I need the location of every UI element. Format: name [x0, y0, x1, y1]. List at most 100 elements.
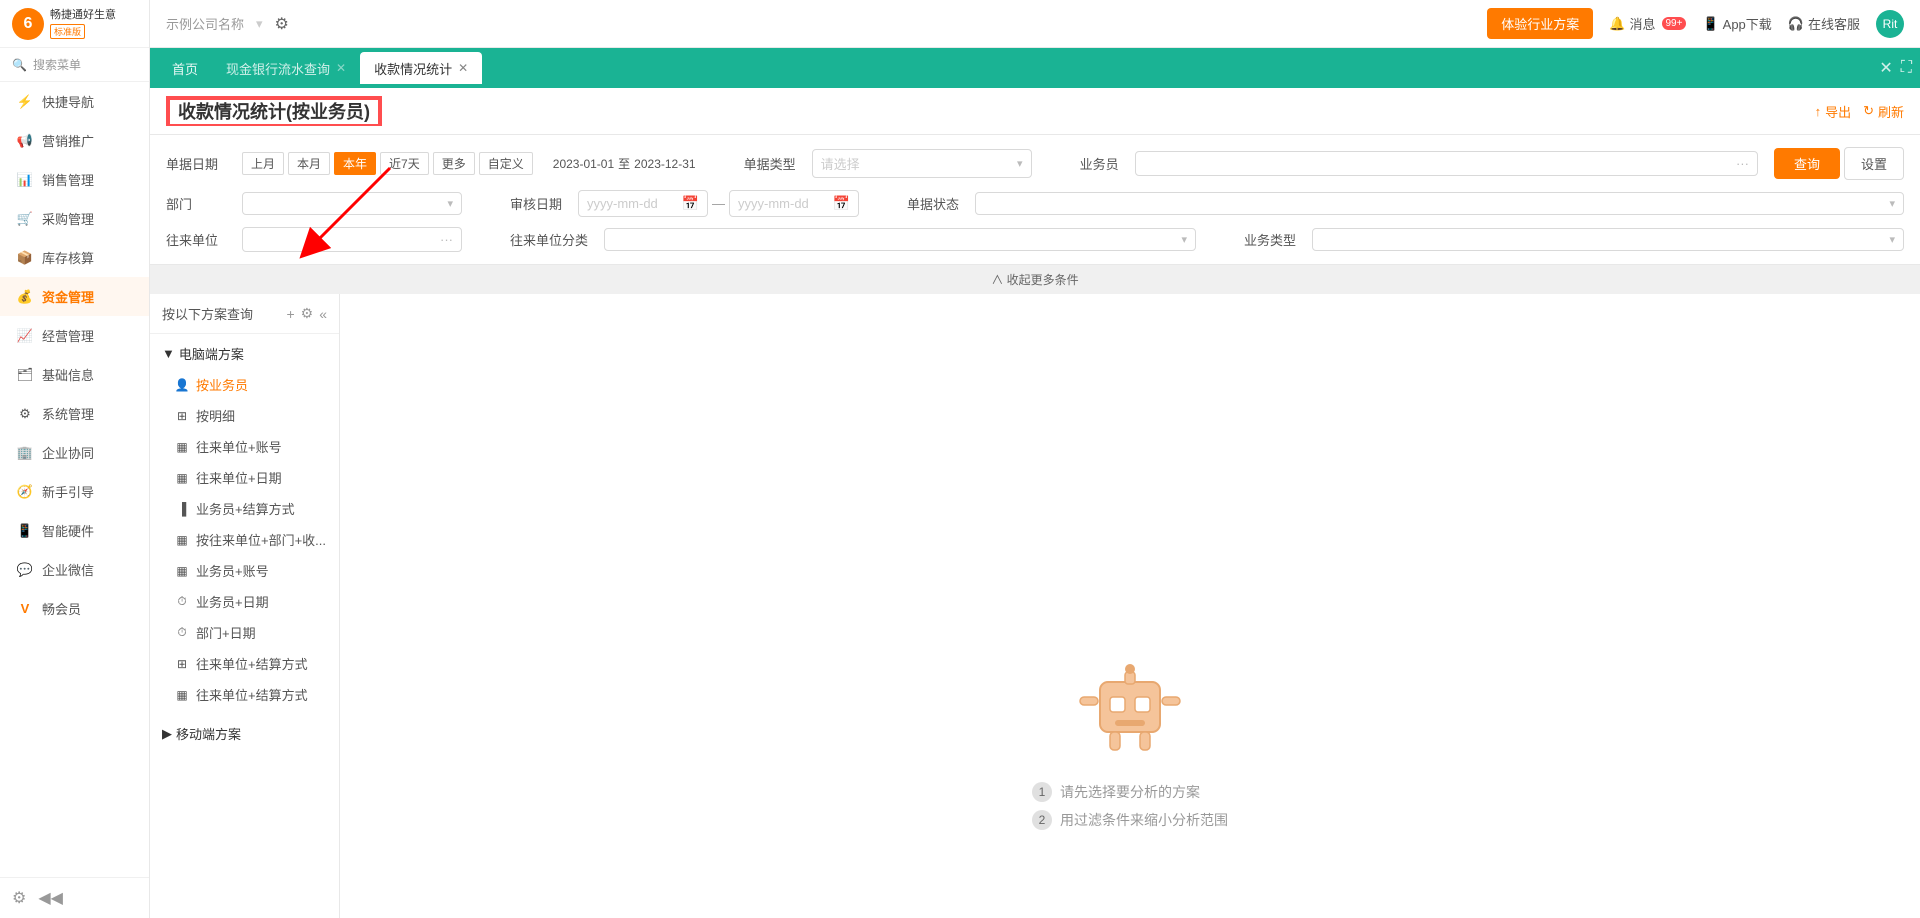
app-download-icon: 📱: [1702, 16, 1718, 32]
business-type-chevron: ▾: [1889, 233, 1895, 246]
scheme-item-counterpart-date-label: 往来单位+日期: [196, 468, 282, 487]
scheme-item-counterpart-settlement1[interactable]: ⊞ 往来单位+结算方式: [150, 648, 339, 679]
sidebar-item-system[interactable]: ⚙ 系统管理: [0, 394, 149, 433]
doc-type-select[interactable]: 请选择 ▾: [812, 149, 1032, 178]
search-menu-item[interactable]: 🔍 搜索菜单: [0, 48, 149, 82]
tab-home[interactable]: 首页: [158, 59, 212, 78]
review-date-label: 审核日期: [510, 194, 562, 213]
scheme-item-by-detail[interactable]: ⊞ 按明细: [150, 400, 339, 431]
settings-footer-icon[interactable]: ⚙: [12, 888, 26, 908]
review-date-to[interactable]: yyyy-mm-dd 📅: [729, 190, 859, 217]
message-item[interactable]: 🔔 消息 99+: [1609, 14, 1686, 33]
tip-text-2: 用过滤条件来缩小分析范围: [1060, 810, 1228, 830]
tab-receipt-stats[interactable]: 收款情况统计 ✕: [360, 52, 482, 84]
date-range-sep: 至: [618, 155, 630, 172]
salesman-select[interactable]: ···: [1135, 151, 1758, 176]
date-btn-this-year[interactable]: 本年: [334, 152, 376, 175]
topbar-gear-icon[interactable]: ⚙: [275, 14, 289, 34]
sidebar-item-quick-nav[interactable]: ⚡ 快捷导航: [0, 82, 149, 121]
date-btn-more[interactable]: 更多: [433, 152, 475, 175]
scheme-group-desktop-arrow: ▼: [162, 346, 175, 361]
business-type-select[interactable]: ▾: [1312, 228, 1904, 251]
doc-status-select[interactable]: ▾: [975, 192, 1904, 215]
sidebar-footer: ⚙ ◀◀: [0, 877, 149, 918]
scheme-item-salesman-date[interactable]: ⏱ 业务员+日期: [150, 586, 339, 617]
user-avatar-area[interactable]: Rit: [1876, 10, 1904, 38]
date-btn-this-month[interactable]: 本月: [288, 152, 330, 175]
query-btn[interactable]: 查询: [1774, 148, 1840, 179]
tab-close-all-icon[interactable]: ✕: [1879, 58, 1892, 78]
sidebar-item-marketing[interactable]: 📢 营销推广: [0, 121, 149, 160]
main-wrapper: 示例公司名称 ▾ ⚙ 体验行业方案 🔔 消息 99+ 📱 App下载 🎧 在线客…: [150, 0, 1920, 918]
tab-bank-flow-label: 现金银行流水查询: [226, 59, 330, 78]
dept-select[interactable]: ▾: [242, 192, 462, 215]
sidebar-item-sales[interactable]: 📊 销售管理: [0, 160, 149, 199]
sidebar-item-finance[interactable]: 💰 资金管理: [0, 277, 149, 316]
date-btn-7days[interactable]: 近7天: [380, 152, 429, 175]
date-btn-group: 上月 本月 本年 近7天 更多 自定义: [242, 152, 533, 175]
app-download-item[interactable]: 📱 App下载: [1702, 14, 1771, 33]
tab-bank-flow[interactable]: 现金银行流水查询 ✕: [212, 52, 360, 84]
sidebar-item-purchase[interactable]: 🛒 采购管理: [0, 199, 149, 238]
settings-btn[interactable]: 设置: [1844, 147, 1904, 180]
collapse-sidebar-icon[interactable]: ◀◀: [38, 888, 63, 908]
date-btn-last-month[interactable]: 上月: [242, 152, 284, 175]
collapse-bar[interactable]: ∧ 收起更多条件: [150, 265, 1920, 294]
sidebar-label-sales: 销售管理: [42, 170, 94, 189]
scheme-add-icon[interactable]: +: [286, 306, 294, 322]
empty-robot-icon: [1070, 642, 1190, 762]
table-icon-2: ▦: [174, 470, 190, 486]
scheme-item-counterpart-settlement2[interactable]: ▦ 往来单位+结算方式: [150, 679, 339, 710]
counterpart-category-select[interactable]: ▾: [604, 228, 1196, 251]
topbar-arrow: ▾: [256, 16, 263, 32]
scheme-collapse-icon[interactable]: «: [319, 306, 327, 322]
inventory-icon: 📦: [16, 249, 34, 267]
logo-icon: 6: [12, 8, 44, 40]
scheme-item-dept-date[interactable]: ⏱ 部门+日期: [150, 617, 339, 648]
vip-icon: V: [16, 600, 34, 618]
scheme-item-salesman-account[interactable]: ▦ 业务员+账号: [150, 555, 339, 586]
finance-icon: 💰: [16, 288, 34, 306]
counterpart-more-icon: ···: [440, 232, 453, 247]
review-date-from[interactable]: yyyy-mm-dd 📅: [578, 190, 708, 217]
enterprise-icon: 🏢: [16, 444, 34, 462]
scheme-group-mobile-title[interactable]: ▶ 移动端方案: [150, 718, 339, 749]
sidebar-item-enterprise[interactable]: 🏢 企业协同: [0, 433, 149, 472]
clock-icon-1: ⏱: [174, 594, 190, 610]
sidebar-item-inventory[interactable]: 📦 库存核算: [0, 238, 149, 277]
service-label: 在线客服: [1808, 14, 1860, 33]
online-service-item[interactable]: 🎧 在线客服: [1788, 14, 1860, 33]
date-btn-custom[interactable]: 自定义: [479, 152, 533, 175]
scheme-item-counterpart-dept[interactable]: ▦ 按往来单位+部门+收...: [150, 524, 339, 555]
search-icon: 🔍: [12, 58, 27, 72]
sidebar-item-wechat[interactable]: 💬 企业微信: [0, 550, 149, 589]
scheme-item-counterpart-account[interactable]: ▦ 往来单位+账号: [150, 431, 339, 462]
topbar-right: 体验行业方案 🔔 消息 99+ 📱 App下载 🎧 在线客服 Rit: [1487, 8, 1904, 39]
tab-bank-flow-close[interactable]: ✕: [336, 61, 346, 75]
tabbar: 首页 现金银行流水查询 ✕ 收款情况统计 ✕ ✕ ⛶: [150, 48, 1920, 88]
counterpart-select[interactable]: ···: [242, 227, 462, 252]
trial-btn[interactable]: 体验行业方案: [1487, 8, 1593, 39]
tab-fullscreen-icon[interactable]: ⛶: [1901, 59, 1912, 77]
tabbar-right: ✕ ⛶: [1879, 58, 1912, 78]
topbar: 示例公司名称 ▾ ⚙ 体验行业方案 🔔 消息 99+ 📱 App下载 🎧 在线客…: [150, 0, 1920, 48]
company-name: 示例公司名称: [166, 14, 244, 33]
scheme-item-counterpart-date[interactable]: ▦ 往来单位+日期: [150, 462, 339, 493]
sidebar-item-guide[interactable]: 🧭 新手引导: [0, 472, 149, 511]
sidebar-item-operations[interactable]: 📈 经营管理: [0, 316, 149, 355]
export-btn[interactable]: ↑ 导出: [1815, 102, 1852, 121]
scheme-group-desktop-title[interactable]: ▼ 电脑端方案: [150, 338, 339, 369]
clock-icon-2: ⏱: [174, 625, 190, 641]
page-content: 收款情况统计(按业务员) ↑ 导出 ↻ 刷新 单据日期 上月 本月: [150, 88, 1920, 918]
quick-nav-icon: ⚡: [16, 93, 34, 111]
filter-panel: 单据日期 上月 本月 本年 近7天 更多 自定义 2023-01-01 至 20…: [150, 135, 1920, 265]
tab-receipt-stats-close[interactable]: ✕: [458, 61, 468, 75]
scheme-item-by-salesman[interactable]: 👤 按业务员: [150, 369, 339, 400]
scheme-item-counterpart-settlement2-label: 往来单位+结算方式: [196, 685, 308, 704]
scheme-settings-icon[interactable]: ⚙: [301, 305, 314, 322]
sidebar-item-hardware[interactable]: 📱 智能硬件: [0, 511, 149, 550]
refresh-btn[interactable]: ↻ 刷新: [1863, 102, 1904, 121]
sidebar-item-basic[interactable]: 🗂 基础信息: [0, 355, 149, 394]
scheme-item-salesman-settlement[interactable]: ▐ 业务员+结算方式: [150, 493, 339, 524]
sidebar-item-vip[interactable]: V 畅会员: [0, 589, 149, 628]
